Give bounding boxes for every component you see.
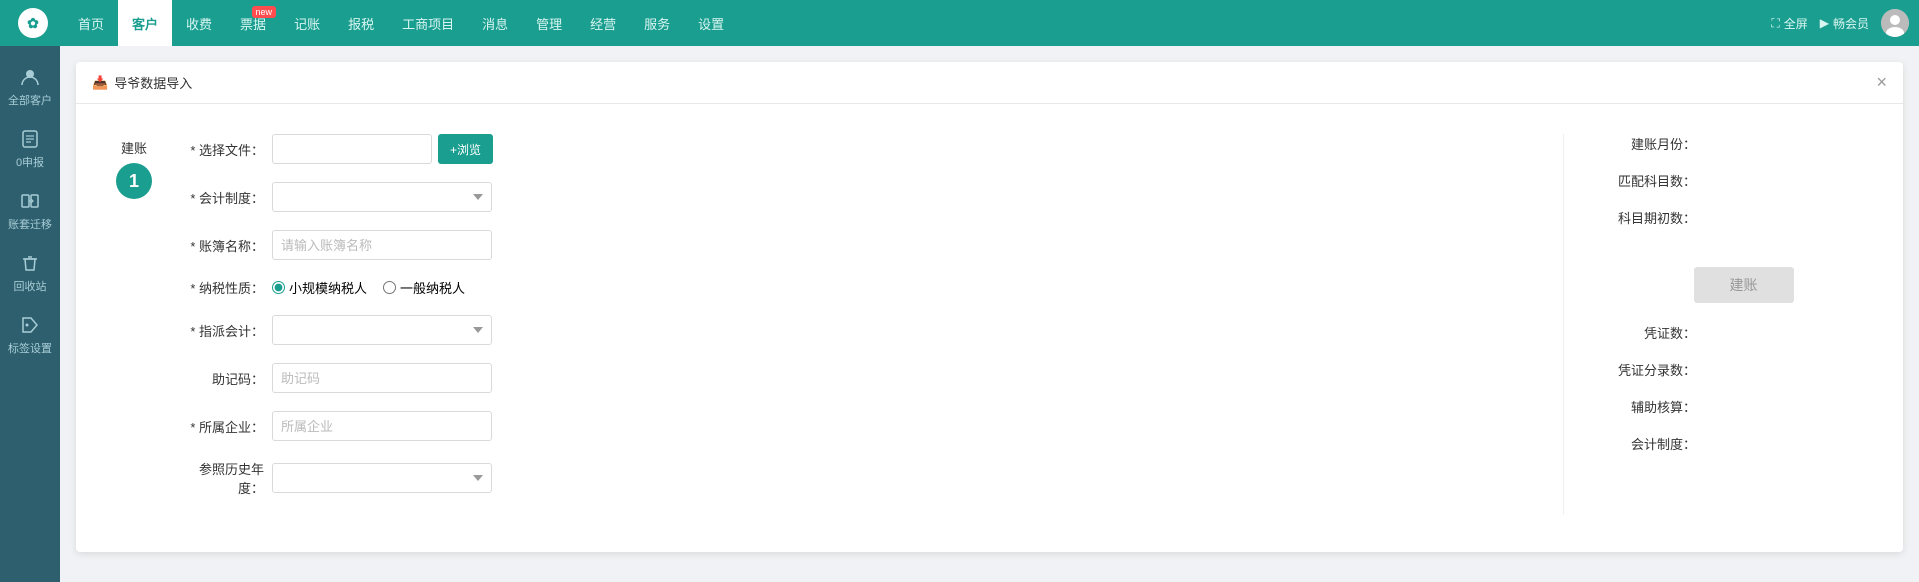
build-month-label: 建账月份： [1604, 134, 1704, 153]
match-subject-label: 匹配科目数： [1604, 171, 1704, 190]
nav-right: ⛶ 全屏 ▶ 畅会员 [1771, 9, 1909, 37]
accountant-label: * 指派会计： [182, 321, 272, 340]
sidebar-item-all-customers[interactable]: 全部客户 [0, 56, 60, 118]
nav-bookkeeping[interactable]: 记账 [280, 0, 334, 46]
form-grid: * 选择文件： +浏览 * 会计制度： [182, 134, 1543, 515]
top-navigation: ✿ 首页 客户 收费 票据 new 记账 报税 工商项目 消息 管理 经营 服务… [0, 0, 1919, 46]
memo-label: 助记码： [182, 369, 272, 388]
panel-title: 导爷数据导入 [114, 73, 192, 92]
voucher-row: 凭证数： [1604, 323, 1863, 342]
logo-icon: ✿ [18, 8, 48, 38]
nav-home[interactable]: 首页 [64, 0, 118, 46]
build-account-button[interactable]: 建账 [1694, 267, 1794, 303]
voucher-label: 凭证数： [1604, 323, 1704, 342]
accounting-system-label: * 会计制度： [182, 188, 272, 207]
file-input-group: +浏览 [272, 134, 493, 164]
accountant-select[interactable] [272, 315, 492, 345]
sidebar-item-trash[interactable]: 回收站 [0, 242, 60, 304]
import-panel: 📥 导爷数据导入 × 建账 1 * 选择文件： [76, 62, 1903, 552]
nav-badge-new: new [252, 6, 277, 18]
voucher-entries-label: 凭证分录数： [1604, 360, 1704, 379]
file-input[interactable] [272, 134, 432, 164]
member-button[interactable]: ▶ 畅会员 [1820, 15, 1869, 32]
step-circle: 1 [116, 163, 152, 199]
history-year-row: 参照历史年度： [182, 459, 1543, 497]
accounting-system-select[interactable] [272, 182, 492, 212]
aux-accounting-row: 辅助核算： [1604, 397, 1863, 416]
nav-fee[interactable]: 收费 [172, 0, 226, 46]
tax-type-row: * 纳税性质： 小规模纳税人 一般纳税人 [182, 278, 1543, 297]
info-accounting-system-label: 会计制度： [1604, 434, 1704, 453]
nav-business[interactable]: 工商项目 [388, 0, 468, 46]
file-label: * 选择文件： [182, 140, 272, 159]
memo-input[interactable] [272, 363, 492, 393]
accounting-system-row: * 会计制度： [182, 182, 1543, 212]
file-row: * 选择文件： +浏览 [182, 134, 1543, 164]
sidebar: 全部客户 0申报 账套迁移 [0, 46, 60, 582]
close-button[interactable]: × [1876, 72, 1887, 93]
step-indicator: 建账 1 [116, 134, 152, 515]
trash-icon [19, 252, 41, 274]
content-area: 📥 导爷数据导入 × 建账 1 * 选择文件： [60, 46, 1919, 582]
match-subject-row: 匹配科目数： [1604, 171, 1863, 190]
tax-small-scale[interactable]: 小规模纳税人 [272, 278, 367, 297]
nav-settings[interactable]: 设置 [684, 0, 738, 46]
nav-tax[interactable]: 报税 [334, 0, 388, 46]
subject-initial-label: 科目期初数： [1604, 208, 1704, 227]
form-with-step: 建账 1 * 选择文件： +浏览 [116, 134, 1543, 515]
tax-general-radio[interactable] [383, 281, 396, 294]
voucher-entries-row: 凭证分录数： [1604, 360, 1863, 379]
build-btn-row: 建账 [1604, 267, 1863, 303]
all-customers-icon [19, 66, 41, 88]
memo-row: 助记码： [182, 363, 1543, 393]
sidebar-item-zero-report[interactable]: 0申报 [0, 118, 60, 180]
fullscreen-button[interactable]: ⛶ 全屏 [1771, 15, 1807, 32]
app-logo: ✿ [10, 0, 56, 46]
fullscreen-icon: ⛶ [1771, 16, 1779, 31]
panel-header: 📥 导爷数据导入 [76, 62, 1903, 104]
tax-small-radio[interactable] [272, 281, 285, 294]
nav-message[interactable]: 消息 [468, 0, 522, 46]
info-section: 建账月份： 匹配科目数： 科目期初数： 建账 凭证 [1563, 134, 1863, 515]
sidebar-item-migration[interactable]: 账套迁移 [0, 180, 60, 242]
build-month-row: 建账月份： [1604, 134, 1863, 153]
tax-type-label: * 纳税性质： [182, 278, 272, 297]
member-icon: ▶ [1820, 16, 1829, 30]
step-label: 建账 [121, 138, 147, 157]
nav-operation[interactable]: 经营 [576, 0, 630, 46]
aux-accounting-label: 辅助核算： [1604, 397, 1704, 416]
browse-button[interactable]: +浏览 [438, 134, 493, 164]
user-avatar[interactable] [1881, 9, 1909, 37]
nav-service[interactable]: 服务 [630, 0, 684, 46]
accountant-row: * 指派会计： [182, 315, 1543, 345]
company-row: * 所属企业： [182, 411, 1543, 441]
tax-general[interactable]: 一般纳税人 [383, 278, 465, 297]
nav-items: 首页 客户 收费 票据 new 记账 报税 工商项目 消息 管理 经营 服务 设… [64, 0, 1771, 46]
tax-type-radio-group: 小规模纳税人 一般纳税人 [272, 278, 465, 297]
ledger-name-input[interactable] [272, 230, 492, 260]
nav-manage[interactable]: 管理 [522, 0, 576, 46]
company-label: * 所属企业： [182, 417, 272, 436]
history-year-label: 参照历史年度： [182, 459, 272, 497]
tag-settings-icon [19, 314, 41, 336]
nav-customer[interactable]: 客户 [118, 0, 172, 46]
history-year-select[interactable] [272, 463, 492, 493]
info-accounting-system-row: 会计制度： [1604, 434, 1863, 453]
ledger-name-row: * 账簿名称： [182, 230, 1543, 260]
subject-initial-row: 科目期初数： [1604, 208, 1863, 227]
zero-report-icon [19, 128, 41, 150]
nav-invoice[interactable]: 票据 new [226, 0, 280, 46]
ledger-name-label: * 账簿名称： [182, 236, 272, 255]
main-layout: 全部客户 0申报 账套迁移 [0, 46, 1919, 582]
company-input[interactable] [272, 411, 492, 441]
migration-icon [19, 190, 41, 212]
sidebar-item-tag-settings[interactable]: 标签设置 [0, 304, 60, 366]
panel-body: 建账 1 * 选择文件： +浏览 [76, 104, 1903, 545]
panel-title-icon: 📥 [92, 75, 108, 91]
